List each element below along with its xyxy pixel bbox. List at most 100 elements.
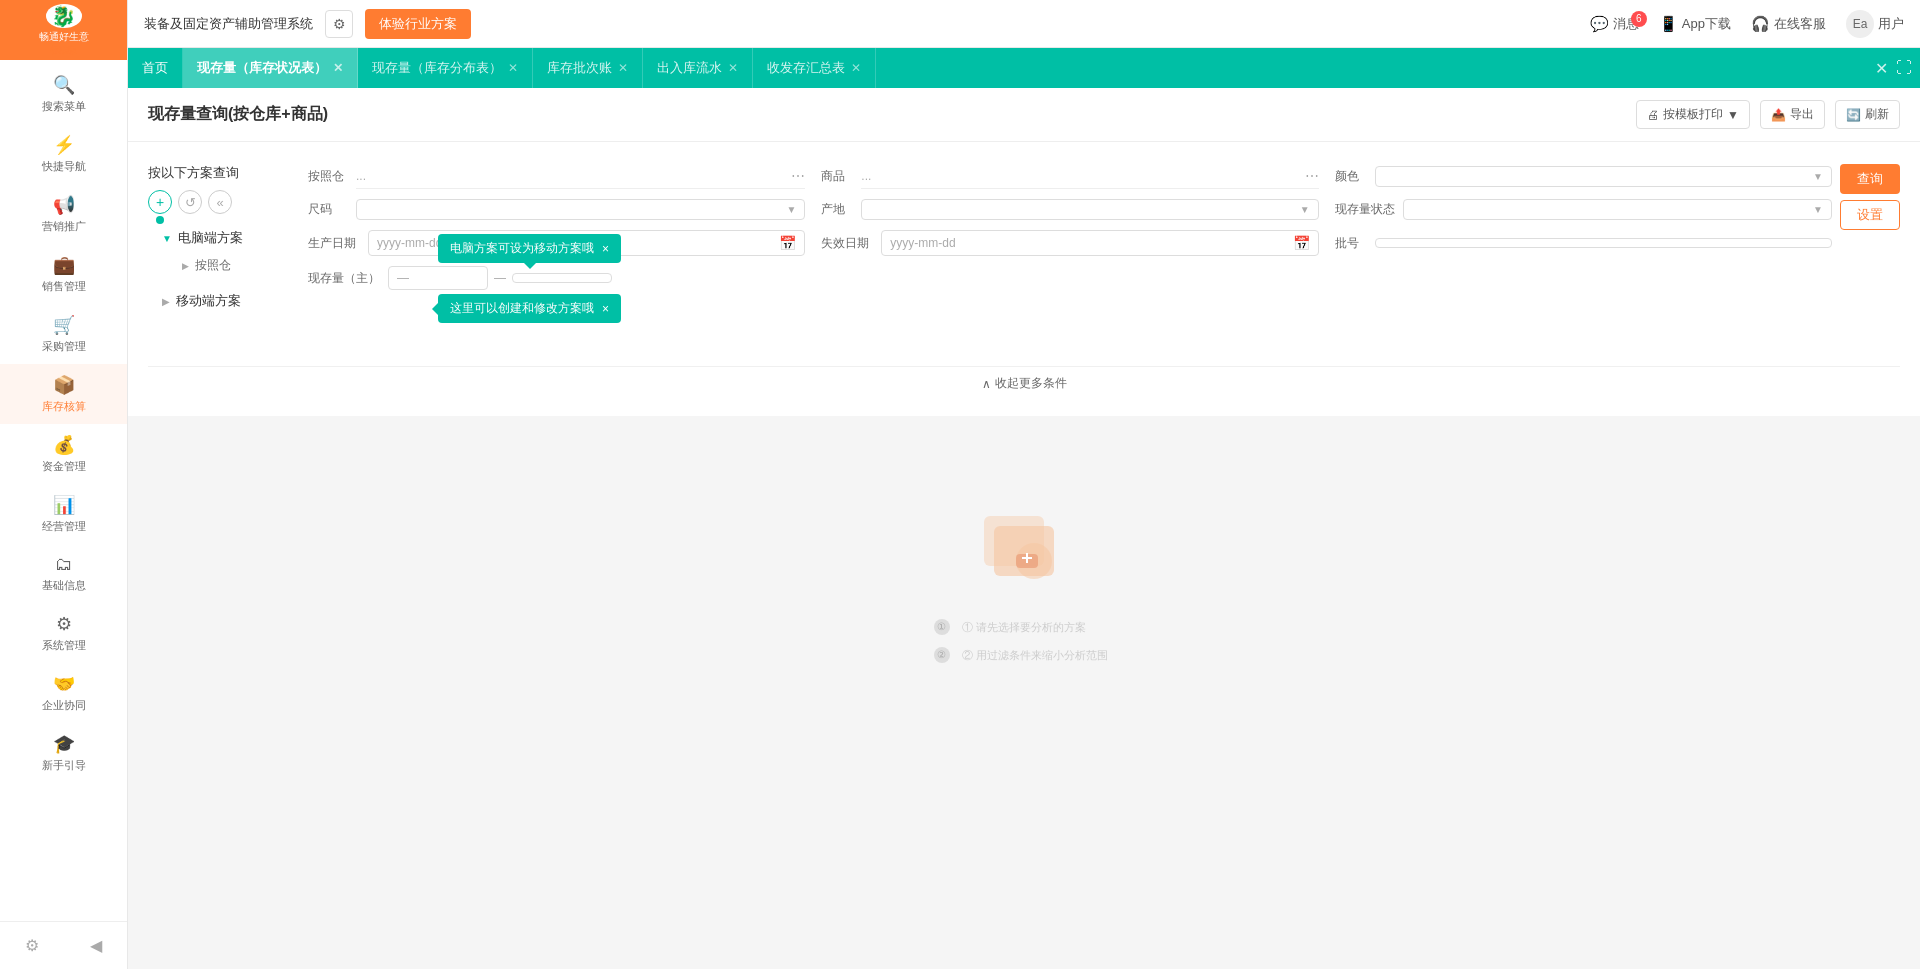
size-label: 尺码 [308, 201, 348, 218]
filter-batch: 批号 [1335, 235, 1832, 252]
operation-icon: 📊 [53, 494, 75, 516]
tab-inventory-status[interactable]: 现存量（库存状况表） ✕ [183, 48, 358, 88]
production-date-calendar-icon[interactable]: 📅 [779, 235, 796, 251]
warehouse-value: ... [356, 169, 791, 183]
tab-batch-account-close[interactable]: ✕ [618, 61, 628, 75]
origin-select[interactable]: ▼ [861, 199, 1318, 220]
scheme-sub-bullet: ▶ [182, 261, 189, 271]
tab-inventory-dist-close[interactable]: ✕ [508, 61, 518, 75]
origin-dropdown-icon: ▼ [1300, 204, 1310, 215]
sidebar-collapse-btn[interactable]: ◀ [86, 932, 106, 959]
sidebar-item-guide[interactable]: 🎓 新手引导 [0, 723, 127, 783]
print-btn[interactable]: 🖨 按模板打印 ▼ [1636, 100, 1750, 129]
sidebar-item-finance[interactable]: 💰 资金管理 [0, 424, 127, 484]
logo-subtitle: 标准版 [50, 44, 77, 57]
industry-btn[interactable]: 体验行业方案 [365, 9, 471, 39]
expiry-date-placeholder: yyyy-mm-dd [890, 236, 1292, 250]
sidebar-item-purchase[interactable]: 🛒 采购管理 [0, 304, 127, 364]
refresh-btn[interactable]: 🔄 刷新 [1835, 100, 1900, 129]
tab-collect-summary-close[interactable]: ✕ [851, 61, 861, 75]
setting-btn[interactable]: 设置 [1840, 200, 1900, 230]
scheme-desktop-arrow: ▼ [162, 233, 172, 244]
scheme-desktop[interactable]: ▼ 电脑端方案 [156, 226, 308, 250]
filter-stock-qty: 现存量（主） — — [308, 266, 668, 290]
online-support-btn[interactable]: 🎧 在线客服 [1751, 15, 1826, 33]
sidebar: 🐉 畅通好生意 标准版 🔍 搜索菜单 ⚡ 快捷导航 📢 营销推广 💼 销售管理 … [0, 0, 128, 969]
sidebar-item-sales[interactable]: 💼 销售管理 [0, 244, 127, 304]
tooltip2-close[interactable]: × [602, 302, 609, 316]
size-select[interactable]: ▼ [356, 199, 805, 220]
user-btn[interactable]: Ea 用户 [1846, 10, 1904, 38]
tooltip1-close[interactable]: × [602, 242, 609, 256]
tab-inventory-status-label: 现存量（库存状况表） [197, 59, 327, 77]
collapse-btn[interactable]: ∧ 收起更多条件 [982, 375, 1067, 392]
sidebar-item-label: 系统管理 [42, 638, 86, 653]
filter-back-btn[interactable]: « [208, 190, 232, 214]
phone-icon: 📱 [1659, 15, 1678, 33]
color-select[interactable]: ▼ [1375, 166, 1832, 187]
scheme-desktop-item-label: 按照仓 [195, 257, 231, 274]
expiry-date-calendar-icon[interactable]: 📅 [1293, 235, 1310, 251]
sidebar-item-inventory[interactable]: 📦 库存核算 [0, 364, 127, 424]
warehouse-control: ... ⋯ [356, 164, 805, 189]
production-date-label: 生产日期 [308, 235, 360, 252]
sidebar-settings-btn[interactable]: ⚙ [21, 932, 43, 959]
notification-btn[interactable]: 💬 消息 6 [1590, 15, 1639, 33]
tab-batch-account[interactable]: 库存批次账 ✕ [533, 48, 643, 88]
tab-inventory-dist[interactable]: 现存量（库存分布表） ✕ [358, 48, 533, 88]
scheme-desktop-sub: ▶ 按照仓 [156, 254, 308, 277]
tabbar-actions: ✕ ⛶ [1867, 48, 1920, 88]
filter-refresh-btn[interactable]: ↺ [178, 190, 202, 214]
sidebar-item-system[interactable]: ⚙ 系统管理 [0, 603, 127, 663]
sidebar-item-marketing[interactable]: 📢 营销推广 [0, 184, 127, 244]
search-btn[interactable]: 查询 [1840, 164, 1900, 194]
scheme-mobile[interactable]: ▶ 移动端方案 [156, 289, 308, 313]
app-download-label: App下载 [1682, 15, 1731, 33]
filter-label: 按以下方案查询 [148, 164, 239, 182]
filter-add-btn[interactable]: + [148, 190, 172, 214]
sidebar-item-base[interactable]: 🗂 基础信息 [0, 544, 127, 603]
enterprise-icon: 🤝 [53, 673, 75, 695]
sidebar-item-label: 采购管理 [42, 339, 86, 354]
sidebar-item-enterprise[interactable]: 🤝 企业协同 [0, 663, 127, 723]
sidebar-item-quick[interactable]: ⚡ 快捷导航 [0, 124, 127, 184]
scheme-desktop-item[interactable]: ▶ 按照仓 [176, 254, 308, 277]
filter-size: 尺码 ▼ [308, 199, 805, 220]
sidebar-item-search[interactable]: 🔍 搜索菜单 [0, 64, 127, 124]
main-body: 首页 现存量（库存状况表） ✕ 现存量（库存分布表） ✕ 库存批次账 ✕ 出入库… [128, 48, 1920, 929]
hint2-text: ② 用过滤条件来缩小分析范围 [962, 644, 1108, 666]
tab-fullscreen-btn[interactable]: ⛶ [1896, 59, 1912, 77]
inventory-icon: 📦 [53, 374, 75, 396]
empty-illustration [964, 496, 1084, 600]
topbar-setting-btn[interactable]: ⚙ [325, 10, 353, 38]
warehouse-more-icon[interactable]: ⋯ [791, 168, 805, 184]
size-dropdown-icon: ▼ [786, 204, 796, 215]
sidebar-bottom: ⚙ ◀ [0, 921, 127, 969]
batch-label: 批号 [1335, 235, 1367, 252]
tab-close-all-btn[interactable]: ✕ [1875, 59, 1888, 78]
online-support-label: 在线客服 [1774, 15, 1826, 33]
sidebar-item-operation[interactable]: 📊 经营管理 [0, 484, 127, 544]
sidebar-item-label: 资金管理 [42, 459, 86, 474]
tab-inout-flow-close[interactable]: ✕ [728, 61, 738, 75]
tooltip1-text: 电脑方案可设为移动方案哦 [450, 240, 594, 257]
filter-warehouse: 按照仓 ... ⋯ [308, 164, 805, 189]
inventory-status-select[interactable]: ▼ [1403, 199, 1832, 220]
export-btn[interactable]: 📤 导出 [1760, 100, 1825, 129]
tab-home[interactable]: 首页 [128, 48, 183, 88]
scheme-desktop-label: 电脑端方案 [178, 229, 243, 247]
sidebar-logo: 🐉 畅通好生意 标准版 [0, 0, 127, 60]
goods-more-icon[interactable]: ⋯ [1305, 168, 1319, 184]
tab-inout-flow[interactable]: 出入库流水 ✕ [643, 48, 753, 88]
app-download-btn[interactable]: 📱 App下载 [1659, 15, 1731, 33]
refresh-label: 刷新 [1865, 106, 1889, 123]
stock-qty-from[interactable]: — [388, 266, 488, 290]
finance-icon: 💰 [53, 434, 75, 456]
tab-inventory-status-close[interactable]: ✕ [333, 61, 343, 75]
user-avatar: Ea [1846, 10, 1874, 38]
expiry-date-input[interactable]: yyyy-mm-dd 📅 [881, 230, 1318, 256]
tab-batch-account-label: 库存批次账 [547, 59, 612, 77]
batch-input[interactable] [1375, 238, 1832, 248]
tab-collect-summary[interactable]: 收发存汇总表 ✕ [753, 48, 876, 88]
page-header: 现存量查询(按仓库+商品) 🖨 按模板打印 ▼ 📤 导出 🔄 刷新 [128, 88, 1920, 142]
